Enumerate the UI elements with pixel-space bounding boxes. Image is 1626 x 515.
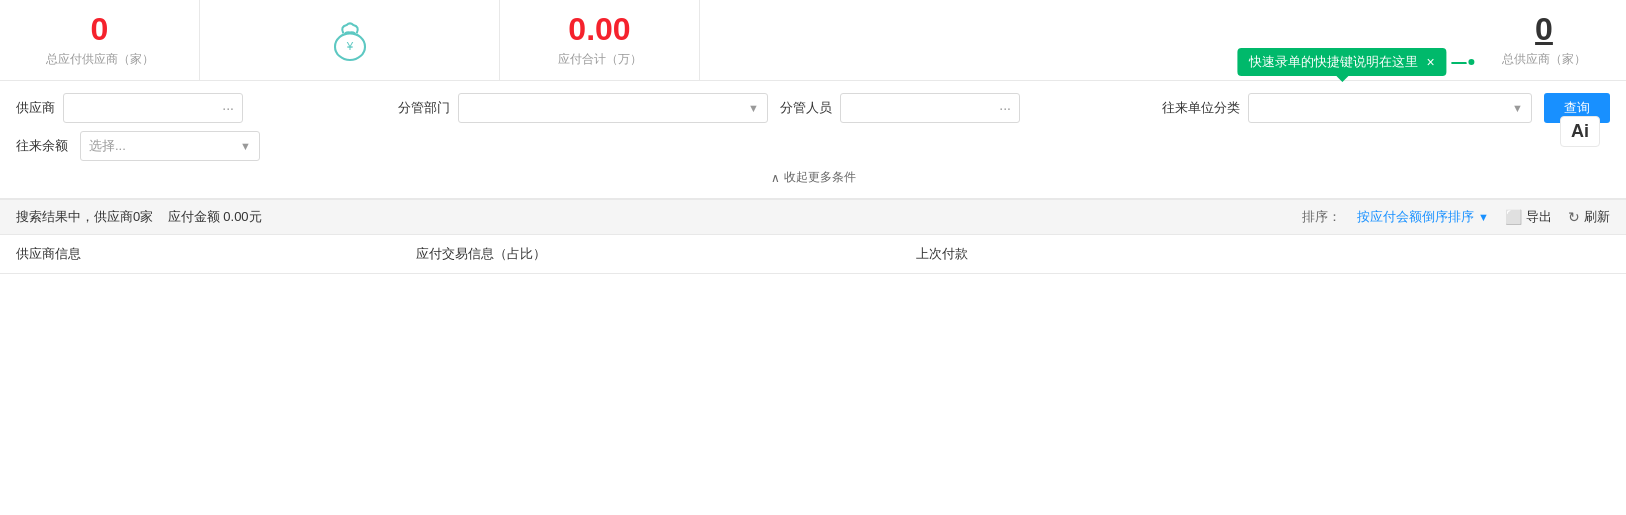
stat-total-payable-suppliers: 0 总应付供应商（家） [0,0,200,80]
unit-category-chevron-icon: ▼ [1512,102,1523,114]
sort-label: 排序： [1302,208,1341,226]
total-payable-suppliers-label: 总应付供应商（家） [46,51,154,68]
table-header: 供应商信息 应付交易信息（占比） 上次付款 [0,235,1626,274]
refresh-label: 刷新 [1584,208,1610,226]
supplier-input[interactable]: ··· [63,93,243,123]
balance-chevron-icon: ▼ [240,140,251,152]
svg-text:¥: ¥ [345,39,353,52]
department-label: 分管部门 [398,99,450,117]
filter-row-2: 往来余额 选择... ▼ [16,131,1610,161]
export-btn[interactable]: ⬜ 导出 [1505,208,1552,226]
stats-bar: 0 总应付供应商（家） ¥ 0.00 [0,0,1626,474]
department-filter-group: 分管部门 ▼ [398,93,768,123]
refresh-icon: ↻ [1568,209,1580,225]
collapse-btn-label: 收起更多条件 [784,169,856,186]
department-chevron-icon: ▼ [748,102,759,114]
money-bag-icon: ¥ [320,10,380,70]
result-actions: 排序： 按应付会额倒序排序 ▼ ⬜ 导出 ↻ 刷新 [1302,208,1610,226]
payable-total-value: 0.00 [568,12,630,47]
refresh-btn[interactable]: ↻ 刷新 [1568,208,1610,226]
filter-bar: 供应商 ··· 分管部门 ▼ 分管人员 ··· [0,81,1626,199]
department-select[interactable]: ▼ [458,93,768,123]
person-label: 分管人员 [780,99,832,117]
table-body [0,274,1626,474]
supplier-filter-group: 供应商 ··· [16,93,386,123]
supplier-label: 供应商 [16,99,55,117]
total-payable-suppliers-value: 0 [91,12,109,47]
ai-badge[interactable]: Ai [1560,116,1600,147]
unit-category-label: 往来单位分类 [1162,99,1240,117]
table-col3-header: 上次付款 [916,245,1610,263]
export-icon: ⬜ [1505,209,1522,225]
balance-label: 往来余额 [16,137,68,155]
person-more-btn[interactable]: ··· [999,100,1011,116]
stat-all-suppliers: 0 总供应商（家） [1462,2,1626,78]
payable-total-label: 应付合计（万） [558,51,642,68]
table-col1-header: 供应商信息 [16,245,416,263]
unit-category-filter-group: 往来单位分类 ▼ [1162,93,1532,123]
tooltip-close-btn[interactable]: × [1426,55,1434,69]
sort-value: 按应付会额倒序排序 [1357,208,1474,226]
unit-category-select[interactable]: ▼ [1248,93,1532,123]
result-amount-text: 应付金额 0.00元 [168,209,262,224]
person-filter-group: 分管人员 ··· [780,93,1150,123]
result-bar: 搜索结果中，供应商0家 应付金额 0.00元 排序： 按应付会额倒序排序 ▼ ⬜… [0,200,1626,235]
export-label: 导出 [1526,208,1552,226]
balance-select[interactable]: 选择... ▼ [80,131,260,161]
result-info-text: 搜索结果中，供应商0家 [16,209,153,224]
balance-placeholder: 选择... [89,137,126,155]
all-suppliers-label: 总供应商（家） [1502,51,1586,68]
filter-row-1: 供应商 ··· 分管部门 ▼ 分管人员 ··· [16,93,1610,123]
result-info: 搜索结果中，供应商0家 应付金额 0.00元 [16,208,262,226]
sort-chevron-icon: ▼ [1478,211,1489,223]
person-input[interactable]: ··· [840,93,1020,123]
tooltip-dot [1467,57,1477,67]
all-suppliers-value: 0 [1535,12,1553,47]
sort-select[interactable]: 按应付会额倒序排序 ▼ [1357,208,1489,226]
supplier-more-btn[interactable]: ··· [222,100,234,116]
middle-stat-section: ¥ [200,0,500,80]
collapse-up-icon: ∧ [771,171,780,185]
tooltip-balloon: 快速录单的快捷键说明在这里 × [1237,48,1446,76]
collapse-btn[interactable]: ∧ 收起更多条件 [759,165,868,190]
tooltip-text: 快速录单的快捷键说明在这里 [1249,53,1418,71]
stats-right: 快速录单的快捷键说明在这里 × 0 总供应商（家） [700,0,1626,80]
table-col2-header: 应付交易信息（占比） [416,245,916,263]
collapse-row: ∧ 收起更多条件 [16,165,1610,190]
stat-payable-total: 0.00 应付合计（万） [500,0,700,80]
